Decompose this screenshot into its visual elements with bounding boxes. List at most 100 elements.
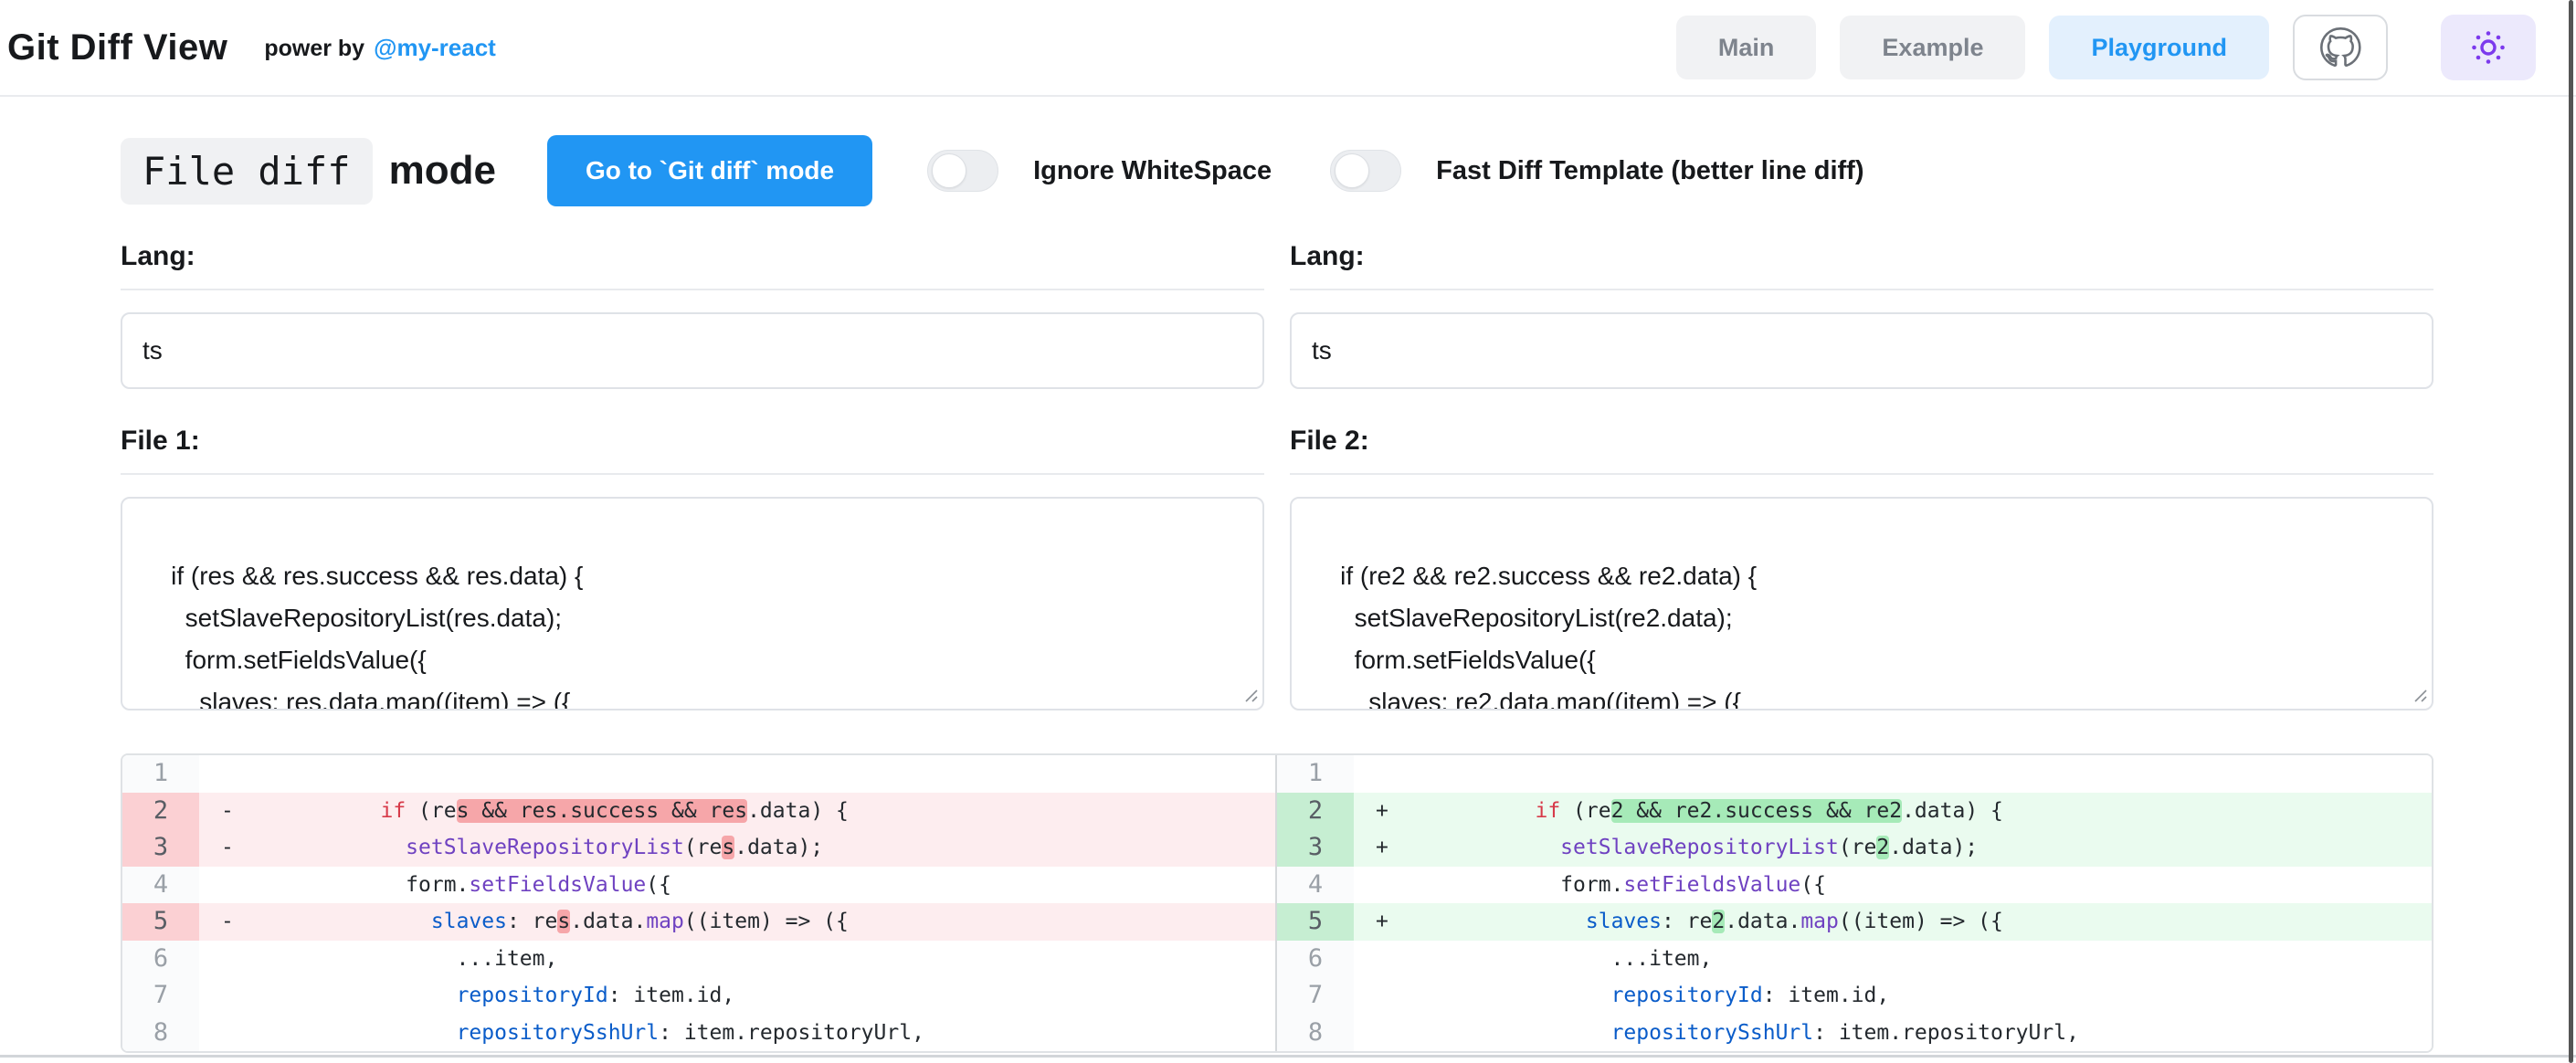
app-header: Git Diff View power by @my-react Main Exa… bbox=[0, 0, 2576, 97]
lang-input-right[interactable] bbox=[1290, 312, 2433, 389]
diff-marker bbox=[199, 1015, 254, 1052]
line-number: 6 bbox=[1277, 941, 1354, 978]
line-number: 4 bbox=[122, 867, 199, 904]
file2-column: Lang: File 2: if (re2 && re2.success && … bbox=[1290, 241, 2433, 715]
line-number: 8 bbox=[1277, 1015, 1354, 1052]
code-line: form.setFieldsValue({ bbox=[254, 867, 1275, 904]
ignore-whitespace-control: Ignore WhiteSpace bbox=[927, 150, 1272, 192]
diff-marker bbox=[1354, 1015, 1409, 1052]
nav-main-button[interactable]: Main bbox=[1676, 16, 1817, 79]
resize-handle-icon[interactable] bbox=[2408, 683, 2428, 708]
diff-marker: - bbox=[199, 903, 254, 941]
app-title: Git Diff View bbox=[7, 27, 227, 68]
main-content: File diff mode Go to `Git diff` mode Ign… bbox=[0, 135, 2576, 1053]
ignore-whitespace-toggle[interactable] bbox=[927, 150, 998, 192]
diff-row: 2+ if (re2 && re2.success && re2.data) { bbox=[1277, 793, 2432, 830]
code-line bbox=[1409, 755, 2432, 793]
resize-handle-icon[interactable] bbox=[1239, 683, 1259, 708]
mode-suffix-text: mode bbox=[389, 148, 496, 194]
diff-marker: + bbox=[1354, 793, 1409, 830]
code-line: repositoryId: item.id, bbox=[254, 977, 1275, 1015]
diff-row: 5+ slaves: re2.data.map((item) => ({ bbox=[1277, 903, 2432, 941]
diff-marker bbox=[199, 755, 254, 793]
lang-label-left: Lang: bbox=[121, 241, 1264, 290]
lang-input-left[interactable] bbox=[121, 312, 1264, 389]
code-line: if (res && res.success && res.data) { bbox=[254, 793, 1275, 830]
diff-row: 4 form.setFieldsValue({ bbox=[1277, 867, 2432, 904]
code-line: ...item, bbox=[254, 941, 1275, 978]
code-line: form.setFieldsValue({ bbox=[1409, 867, 2432, 904]
file2-label: File 2: bbox=[1290, 426, 2433, 475]
nav-playground-button[interactable]: Playground bbox=[2049, 16, 2269, 79]
diff-row: 6 ...item, bbox=[1277, 941, 2432, 978]
theme-toggle-button[interactable] bbox=[2441, 15, 2536, 80]
nav-example-button[interactable]: Example bbox=[1840, 16, 2025, 79]
sun-icon bbox=[2466, 26, 2510, 69]
file1-label: File 1: bbox=[121, 426, 1264, 475]
line-number: 7 bbox=[1277, 977, 1354, 1015]
diff-row: 5- slaves: res.data.map((item) => ({ bbox=[122, 903, 1275, 941]
diff-pane-old: 12- if (res && res.success && res.data) … bbox=[122, 755, 1277, 1051]
diff-marker bbox=[199, 941, 254, 978]
diff-marker: + bbox=[1354, 903, 1409, 941]
fast-diff-toggle[interactable] bbox=[1330, 150, 1401, 192]
diff-marker: - bbox=[199, 793, 254, 830]
diff-marker bbox=[1354, 755, 1409, 793]
diff-row: 7 repositoryId: item.id, bbox=[122, 977, 1275, 1015]
footer-divider bbox=[0, 1055, 2576, 1058]
code-line: repositoryId: item.id, bbox=[1409, 977, 2432, 1015]
line-number: 4 bbox=[1277, 867, 1354, 904]
code-line: slaves: re2.data.map((item) => ({ bbox=[1409, 903, 2432, 941]
line-number: 2 bbox=[122, 793, 199, 830]
diff-pane-new: 12+ if (re2 && re2.success && re2.data) … bbox=[1277, 755, 2432, 1051]
power-by-label: power by bbox=[264, 36, 364, 61]
code-line: repositorySshUrl: item.repositoryUrl, bbox=[254, 1015, 1275, 1052]
lang-label-right: Lang: bbox=[1290, 241, 2433, 290]
code-line: setSlaveRepositoryList(re2.data); bbox=[1409, 829, 2432, 867]
github-icon bbox=[2319, 26, 2361, 68]
diff-marker bbox=[1354, 941, 1409, 978]
diff-marker bbox=[199, 977, 254, 1015]
line-number: 7 bbox=[122, 977, 199, 1015]
code-line: repositorySshUrl: item.repositoryUrl, bbox=[1409, 1015, 2432, 1052]
file2-textarea[interactable]: if (re2 && re2.success && re2.data) { se… bbox=[1290, 497, 2433, 710]
file1-textarea[interactable]: if (res && res.success && res.data) { se… bbox=[121, 497, 1264, 710]
fast-diff-label: Fast Diff Template (better line diff) bbox=[1436, 156, 1863, 186]
code-line: setSlaveRepositoryList(res.data); bbox=[254, 829, 1275, 867]
line-number: 3 bbox=[1277, 829, 1354, 867]
page-title: File diff mode bbox=[121, 138, 496, 205]
power-by-text: power by @my-react bbox=[264, 34, 496, 62]
diff-row: 3+ setSlaveRepositoryList(re2.data); bbox=[1277, 829, 2432, 867]
file-input-columns: Lang: File 1: if (res && res.success && … bbox=[121, 241, 2433, 715]
page: { "header": { "title": "Git Diff View", … bbox=[0, 0, 2576, 1063]
goto-git-diff-mode-button[interactable]: Go to `Git diff` mode bbox=[547, 135, 872, 206]
mode-code-chip: File diff bbox=[121, 138, 373, 205]
line-number: 6 bbox=[122, 941, 199, 978]
toggle-group: Ignore WhiteSpace Fast Diff Template (be… bbox=[927, 150, 1863, 192]
code-line: slaves: res.data.map((item) => ({ bbox=[254, 903, 1275, 941]
ignore-whitespace-label: Ignore WhiteSpace bbox=[1033, 156, 1272, 186]
github-button[interactable] bbox=[2293, 15, 2388, 80]
my-react-link[interactable]: @my-react bbox=[374, 34, 496, 61]
diff-marker bbox=[1354, 867, 1409, 904]
line-number: 2 bbox=[1277, 793, 1354, 830]
diff-row: 6 ...item, bbox=[122, 941, 1275, 978]
file1-column: Lang: File 1: if (res && res.success && … bbox=[121, 241, 1264, 715]
line-number: 3 bbox=[122, 829, 199, 867]
line-number: 5 bbox=[1277, 903, 1354, 941]
diff-marker bbox=[199, 867, 254, 904]
mode-controls-row: File diff mode Go to `Git diff` mode Ign… bbox=[121, 135, 2433, 206]
line-number: 1 bbox=[122, 755, 199, 793]
diff-row: 2- if (res && res.success && res.data) { bbox=[122, 793, 1275, 830]
diff-row: 7 repositoryId: item.id, bbox=[1277, 977, 2432, 1015]
vertical-scrollbar[interactable] bbox=[2569, 0, 2573, 1063]
toggle-knob bbox=[932, 153, 966, 188]
fast-diff-control: Fast Diff Template (better line diff) bbox=[1330, 150, 1863, 192]
diff-marker bbox=[1354, 977, 1409, 1015]
diff-row: 3- setSlaveRepositoryList(res.data); bbox=[122, 829, 1275, 867]
file1-textarea-wrap: if (res && res.success && res.data) { se… bbox=[121, 497, 1264, 715]
code-line: if (re2 && re2.success && re2.data) { bbox=[1409, 793, 2432, 830]
code-line: ...item, bbox=[1409, 941, 2432, 978]
line-number: 8 bbox=[122, 1015, 199, 1052]
diff-row: 8 repositorySshUrl: item.repositoryUrl, bbox=[122, 1015, 1275, 1052]
